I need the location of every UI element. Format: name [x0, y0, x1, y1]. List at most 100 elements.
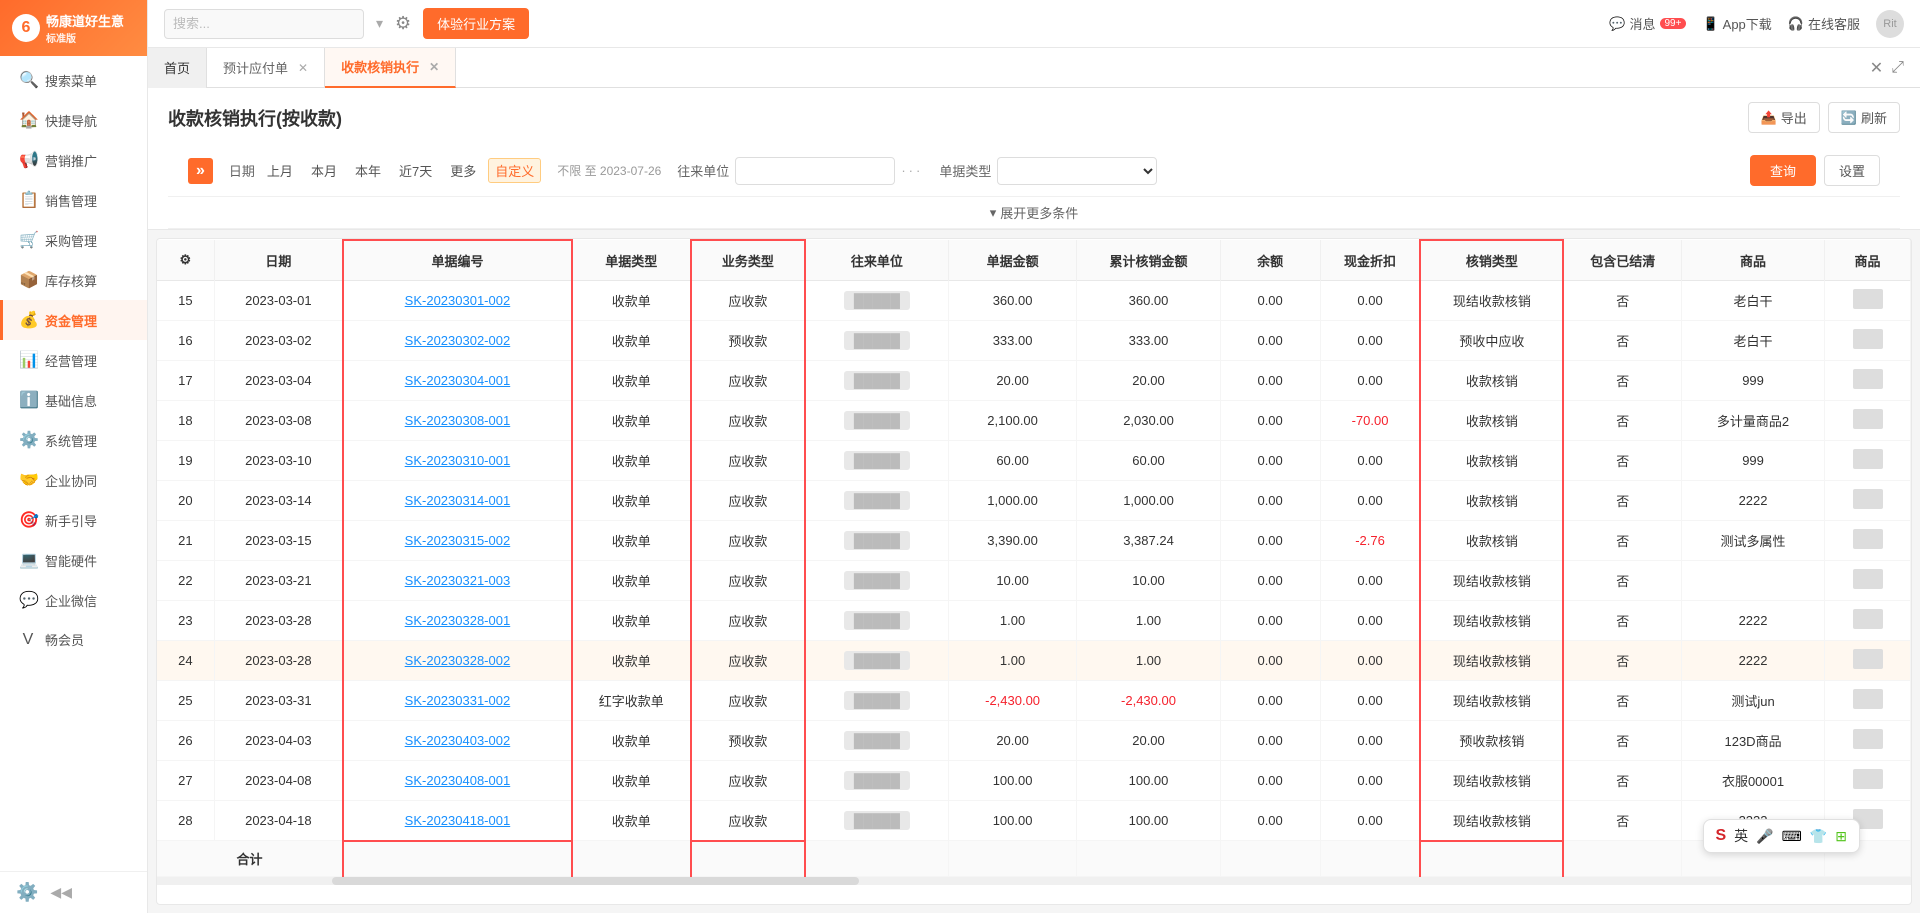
td-no: 22 — [157, 561, 214, 601]
table-row[interactable]: 24 2023-03-28 SK-20230328-002 收款单 应收款 ██… — [157, 641, 1911, 681]
sidebar-item-enterprise[interactable]: 🤝企业协同 — [0, 460, 147, 500]
td-no: 25 — [157, 681, 214, 721]
tab-home[interactable]: 首页 — [148, 48, 207, 88]
doc-no-link[interactable]: SK-20230308-001 — [405, 413, 511, 428]
vip-icon: V — [19, 631, 37, 649]
tab-prepay[interactable]: 预计应付单 ✕ — [207, 48, 325, 88]
grid-icon[interactable]: ⊞ — [1835, 828, 1847, 845]
date-custom[interactable]: 自定义 — [488, 158, 541, 183]
sidebar-item-marketing[interactable]: 📢营销推广 — [0, 140, 147, 180]
topbar-settings-icon[interactable]: ⚙ — [395, 13, 411, 34]
doc-no-link[interactable]: SK-20230418-001 — [405, 813, 511, 828]
table-row[interactable]: 18 2023-03-08 SK-20230308-001 收款单 应收款 ██… — [157, 401, 1911, 441]
footer-label: 合计 — [157, 841, 343, 877]
doc-no-link[interactable]: SK-20230301-002 — [405, 293, 511, 308]
sidebar-item-weixin[interactable]: 💬企业微信 — [0, 580, 147, 620]
td-biz-type: 应收款 — [691, 361, 805, 401]
table-row[interactable]: 17 2023-03-04 SK-20230304-001 收款单 应收款 ██… — [157, 361, 1911, 401]
table-scroll-thumb[interactable] — [332, 877, 858, 885]
doc-no-link[interactable]: SK-20230304-001 — [405, 373, 511, 388]
message-item[interactable]: 💬 消息 99+ — [1609, 14, 1686, 33]
industry-plan-button[interactable]: 体验行业方案 — [423, 8, 529, 39]
online-service-item[interactable]: 🎧 在线客服 — [1788, 14, 1860, 33]
export-button[interactable]: 📤 导出 — [1748, 102, 1820, 133]
counterpart-dots[interactable]: ··· — [901, 163, 923, 178]
td-cash-discount: 0.00 — [1320, 761, 1420, 801]
app-download-item[interactable]: 📱 App下载 — [1702, 14, 1771, 33]
mic-icon[interactable]: 🎤 — [1756, 828, 1773, 845]
table-row[interactable]: 20 2023-03-14 SK-20230314-001 收款单 应收款 ██… — [157, 481, 1911, 521]
topbar-search-dropdown[interactable]: ▾ — [376, 15, 383, 32]
sidebar-item-basic[interactable]: ℹ️基础信息 — [0, 380, 147, 420]
counterpart-input[interactable] — [735, 157, 895, 185]
doc-no-link[interactable]: SK-20230408-001 — [405, 773, 511, 788]
sidebar-item-system[interactable]: ⚙️系统管理 — [0, 420, 147, 460]
expand-icon[interactable]: ⤢ — [1891, 59, 1904, 77]
table-row[interactable]: 19 2023-03-10 SK-20230310-001 收款单 应收款 ██… — [157, 441, 1911, 481]
sidebar-item-guide[interactable]: 🎯新手引导 — [0, 500, 147, 540]
sidebar-item-hardware[interactable]: 💻智能硬件 — [0, 540, 147, 580]
table-row[interactable]: 23 2023-03-28 SK-20230328-001 收款单 应收款 ██… — [157, 601, 1911, 641]
td-biz-type: 应收款 — [691, 601, 805, 641]
date-more[interactable]: 更多 — [444, 159, 482, 182]
th-settings[interactable]: ⚙ — [157, 240, 214, 281]
filter-settings-button[interactable]: 设置 — [1824, 155, 1880, 186]
td-biz-type: 应收款 — [691, 281, 805, 321]
filter-toggle-button[interactable]: » — [188, 158, 213, 184]
table-row[interactable]: 26 2023-04-03 SK-20230403-002 收款单 预收款 ██… — [157, 721, 1911, 761]
refresh-button[interactable]: 🔄 刷新 — [1828, 102, 1900, 133]
doc-no-link[interactable]: SK-20230328-001 — [405, 613, 511, 628]
td-goods2 — [1825, 641, 1911, 681]
collapse-icon[interactable]: ◀◀ — [50, 884, 72, 901]
td-cumulative: 1,000.00 — [1077, 481, 1220, 521]
table-row[interactable]: 16 2023-03-02 SK-20230302-002 收款单 预收款 ██… — [157, 321, 1911, 361]
date-this-month[interactable]: 本月 — [305, 159, 343, 182]
doc-no-link[interactable]: SK-20230403-002 — [405, 733, 511, 748]
date-7days[interactable]: 近7天 — [393, 159, 438, 182]
doc-no-link[interactable]: SK-20230315-002 — [405, 533, 511, 548]
keyboard-icon[interactable]: ⌨ — [1782, 828, 1802, 845]
query-button[interactable]: 查询 — [1750, 155, 1816, 186]
table-scrollbar[interactable] — [157, 877, 1911, 885]
footer-counterpart — [805, 841, 948, 877]
doc-no-link[interactable]: SK-20230321-003 — [405, 573, 511, 588]
sidebar-item-vip[interactable]: V 畅会员 — [0, 620, 147, 659]
sidebar-item-label-vip: 畅会员 — [45, 630, 84, 649]
sidebar-item-sales[interactable]: 📋销售管理 — [0, 180, 147, 220]
table-row[interactable]: 25 2023-03-31 SK-20230331-002 红字收款单 应收款 … — [157, 681, 1911, 721]
sidebar-item-label-basic: 基础信息 — [45, 391, 97, 410]
table-row[interactable]: 28 2023-04-18 SK-20230418-001 收款单 应收款 ██… — [157, 801, 1911, 841]
tab-collection-close[interactable]: ✕ — [429, 60, 439, 74]
expand-conditions-button[interactable]: ▾ 展开更多条件 — [990, 203, 1079, 222]
table-row[interactable]: 15 2023-03-01 SK-20230301-002 收款单 应收款 ██… — [157, 281, 1911, 321]
settings-icon[interactable]: ⚙️ — [16, 882, 38, 903]
doc-no-link[interactable]: SK-20230302-002 — [405, 333, 511, 348]
doc-no-link[interactable]: SK-20230310-001 — [405, 453, 511, 468]
close-window-icon[interactable]: ✕ — [1870, 58, 1883, 78]
date-last-month[interactable]: 上月 — [261, 159, 299, 182]
table-row[interactable]: 21 2023-03-15 SK-20230315-002 收款单 应收款 ██… — [157, 521, 1911, 561]
sidebar-item-purchase[interactable]: 🛒采购管理 — [0, 220, 147, 260]
doc-type-select[interactable] — [997, 157, 1157, 185]
tab-prepay-close[interactable]: ✕ — [298, 61, 308, 75]
topbar-right: 💬 消息 99+ 📱 App下载 🎧 在线客服 Rit — [1609, 10, 1904, 38]
sidebar-item-search[interactable]: 🔍搜索菜单 — [0, 60, 147, 100]
doc-no-link[interactable]: SK-20230314-001 — [405, 493, 511, 508]
table-row[interactable]: 22 2023-03-21 SK-20230321-003 收款单 应收款 ██… — [157, 561, 1911, 601]
sidebar-item-inventory[interactable]: 📦库存核算 — [0, 260, 147, 300]
table-row[interactable]: 27 2023-04-08 SK-20230408-001 收款单 应收款 ██… — [157, 761, 1911, 801]
tab-right-controls: ✕ ⤢ — [1870, 58, 1920, 78]
sidebar-item-finance[interactable]: 💰资金管理 — [0, 300, 147, 340]
date-this-year[interactable]: 本年 — [349, 159, 387, 182]
doc-no-link[interactable]: SK-20230331-002 — [405, 693, 511, 708]
topbar-search-input[interactable] — [164, 9, 364, 39]
shirt-icon[interactable]: 👕 — [1810, 828, 1827, 845]
user-avatar[interactable]: Rit — [1876, 10, 1904, 38]
table-footer-row: 合计 — [157, 841, 1911, 877]
page-title: 收款核销执行(按收款) — [168, 105, 342, 131]
doc-no-link[interactable]: SK-20230328-002 — [405, 653, 511, 668]
sidebar-item-operation[interactable]: 📊经营管理 — [0, 340, 147, 380]
inventory-icon: 📦 — [19, 270, 37, 290]
sidebar-item-quicknav[interactable]: 🏠快捷导航 — [0, 100, 147, 140]
tab-collection[interactable]: 收款核销执行 ✕ — [325, 48, 456, 88]
